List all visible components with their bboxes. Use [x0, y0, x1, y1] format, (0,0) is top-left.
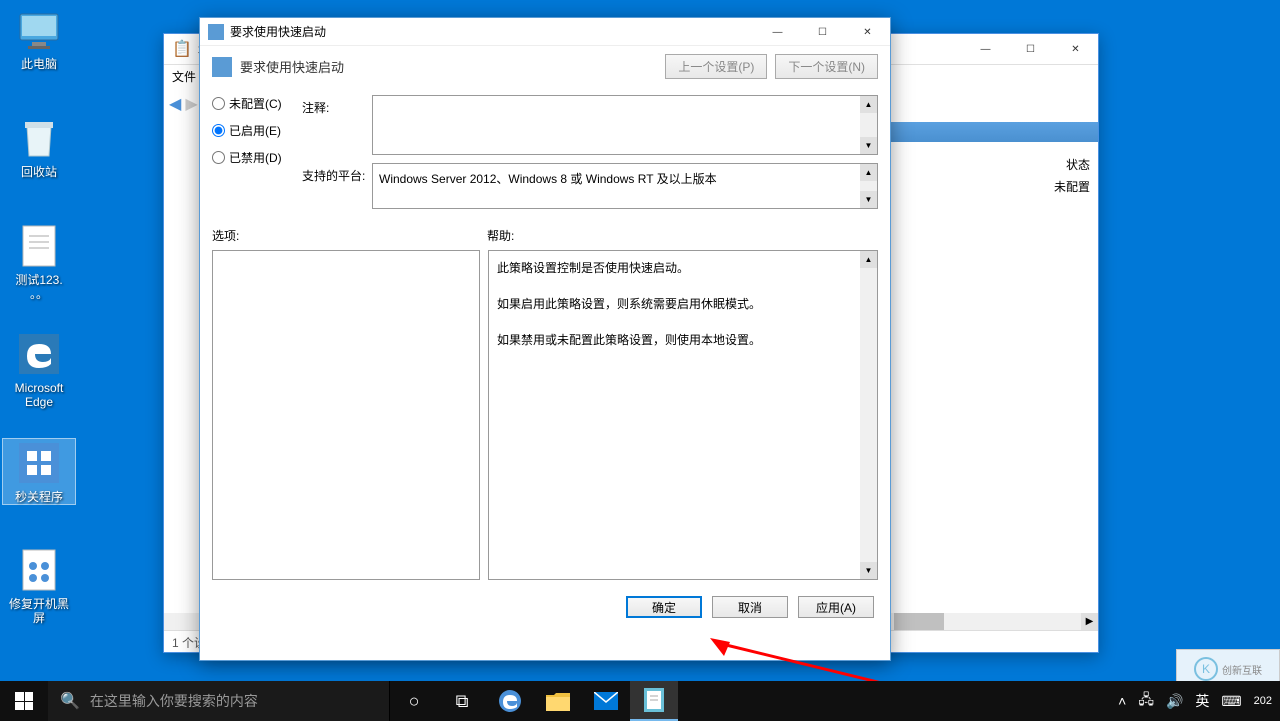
icon-label: 此电脑	[2, 57, 76, 71]
tray-chevron-icon[interactable]: ˄	[1118, 693, 1126, 709]
config-radios: 未配置(C) 已启用(E) 已禁用(D)	[212, 95, 302, 217]
taskview-icon[interactable]: ⧉	[438, 681, 486, 721]
platform-label: 支持的平台:	[302, 163, 372, 209]
desktop-icon-recycle[interactable]: 回收站	[2, 114, 76, 179]
policy-dialog: 要求使用快速启动 — ☐ ✕ 要求使用快速启动 上一个设置(P) 下一个设置(N…	[199, 17, 891, 661]
icon-label: 修复开机黑 屏	[2, 597, 76, 625]
radio-not-configured[interactable]: 未配置(C)	[212, 95, 302, 112]
search-placeholder: 在这里输入你要搜索的内容	[90, 691, 258, 711]
help-p1: 此策略设置控制是否使用快速启动。	[497, 259, 869, 277]
search-icon: 🔍	[60, 691, 80, 711]
fix-icon	[15, 546, 63, 594]
desktop-icon-fix[interactable]: 修复开机黑 屏	[2, 546, 76, 625]
notepad-taskbar-icon[interactable]	[630, 681, 678, 721]
icon-label: 测试123. 。。	[2, 273, 76, 301]
dialog-title: 要求使用快速启动	[230, 23, 326, 40]
search-input[interactable]: 🔍 在这里输入你要搜索的内容	[48, 681, 390, 721]
help-p3: 如果禁用或未配置此策略设置，则使用本地设置。	[497, 331, 869, 349]
desktop-icon-edge[interactable]: Microsoft Edge	[2, 330, 76, 409]
edge-icon	[15, 330, 63, 378]
dialog-close-button[interactable]: ✕	[845, 18, 890, 46]
dialog-window-controls: — ☐ ✕	[755, 18, 890, 46]
desktop-icon-computer[interactable]: 此电脑	[2, 6, 76, 71]
comment-label: 注释:	[302, 95, 372, 155]
cortana-icon[interactable]: ○	[390, 681, 438, 721]
hscroll-right-arrow[interactable]: ▶	[1081, 613, 1098, 630]
mail-taskbar-icon[interactable]	[582, 681, 630, 721]
col-header-status: 状态	[1066, 156, 1090, 173]
windows-logo-icon	[15, 692, 33, 710]
taskbar: 🔍 在这里输入你要搜索的内容 ○ ⧉ ˄ 🖧 🔊 英 ⌨ 202	[0, 681, 1280, 721]
dialog-minimize-button[interactable]: —	[755, 18, 800, 46]
icon-label: Microsoft Edge	[2, 381, 76, 409]
help-p2: 如果启用此策略设置，则系统需要启用休眠模式。	[497, 295, 869, 313]
platform-textarea[interactable]: Windows Server 2012、Windows 8 或 Windows …	[372, 163, 878, 209]
tray-keyboard-icon[interactable]: ⌨	[1221, 693, 1241, 710]
system-tray: ˄ 🖧 🔊 英 ⌨ 202	[1118, 689, 1280, 713]
bg-window-icon: 📋	[172, 39, 192, 59]
icon-label: 秒关程序	[3, 490, 75, 504]
options-label: 选项:	[212, 227, 487, 244]
apply-button[interactable]: 应用(A)	[798, 596, 874, 618]
icon-label: 回收站	[2, 165, 76, 179]
comment-scrollbar[interactable]: ▲▼	[860, 96, 877, 154]
shutdown-icon	[15, 439, 63, 487]
bg-close-button[interactable]: ✕	[1053, 34, 1098, 64]
platform-value: Windows Server 2012、Windows 8 或 Windows …	[379, 172, 717, 186]
help-label: 帮助:	[487, 227, 514, 244]
explorer-taskbar-icon[interactable]	[534, 681, 582, 721]
tray-clock[interactable]: 202	[1254, 695, 1272, 707]
policy-icon	[212, 57, 232, 77]
bg-selected-row	[888, 122, 1098, 142]
options-pane[interactable]	[212, 250, 480, 580]
start-button[interactable]	[0, 681, 48, 721]
desktop-icon-shutdown[interactable]: 秒关程序	[2, 438, 76, 505]
help-scrollbar[interactable]: ▲▼	[860, 251, 877, 579]
edge-taskbar-icon[interactable]	[486, 681, 534, 721]
policy-subtitle: 要求使用快速启动	[240, 57, 344, 76]
col-cell-status: 未配置	[1054, 178, 1090, 195]
bg-toolbar: ◀ ▶	[169, 94, 198, 114]
prev-setting-button[interactable]: 上一个设置(P)	[665, 54, 767, 79]
tray-ime-icon[interactable]: 英	[1195, 691, 1209, 711]
hscroll-thumb[interactable]	[894, 613, 944, 630]
desktop-icon-test[interactable]: 测试123. 。。	[2, 222, 76, 301]
bg-window-controls: — ☐ ✕	[963, 34, 1098, 64]
radio-enabled[interactable]: 已启用(E)	[212, 122, 302, 139]
text-file-icon	[15, 222, 63, 270]
tray-network-icon[interactable]: 🖧	[1138, 689, 1154, 713]
cancel-button[interactable]: 取消	[712, 596, 788, 618]
next-setting-button[interactable]: 下一个设置(N)	[775, 54, 878, 79]
back-icon[interactable]: ◀	[169, 94, 181, 114]
ok-button[interactable]: 确定	[626, 596, 702, 618]
svg-text:K: K	[1202, 662, 1210, 676]
computer-icon	[15, 6, 63, 54]
fwd-icon[interactable]: ▶	[185, 94, 197, 114]
help-pane[interactable]: 此策略设置控制是否使用快速启动。 如果启用此策略设置，则系统需要启用休眠模式。 …	[488, 250, 878, 580]
comment-textarea[interactable]: ▲▼	[372, 95, 878, 155]
bg-minimize-button[interactable]: —	[963, 34, 1008, 64]
dialog-maximize-button[interactable]: ☐	[800, 18, 845, 46]
radio-disabled[interactable]: 已禁用(D)	[212, 149, 302, 166]
dialog-title-icon	[208, 24, 224, 40]
recycle-icon	[15, 114, 63, 162]
tray-volume-icon[interactable]: 🔊	[1166, 693, 1183, 710]
platform-scrollbar[interactable]: ▲▼	[860, 164, 877, 208]
bg-maximize-button[interactable]: ☐	[1008, 34, 1053, 64]
